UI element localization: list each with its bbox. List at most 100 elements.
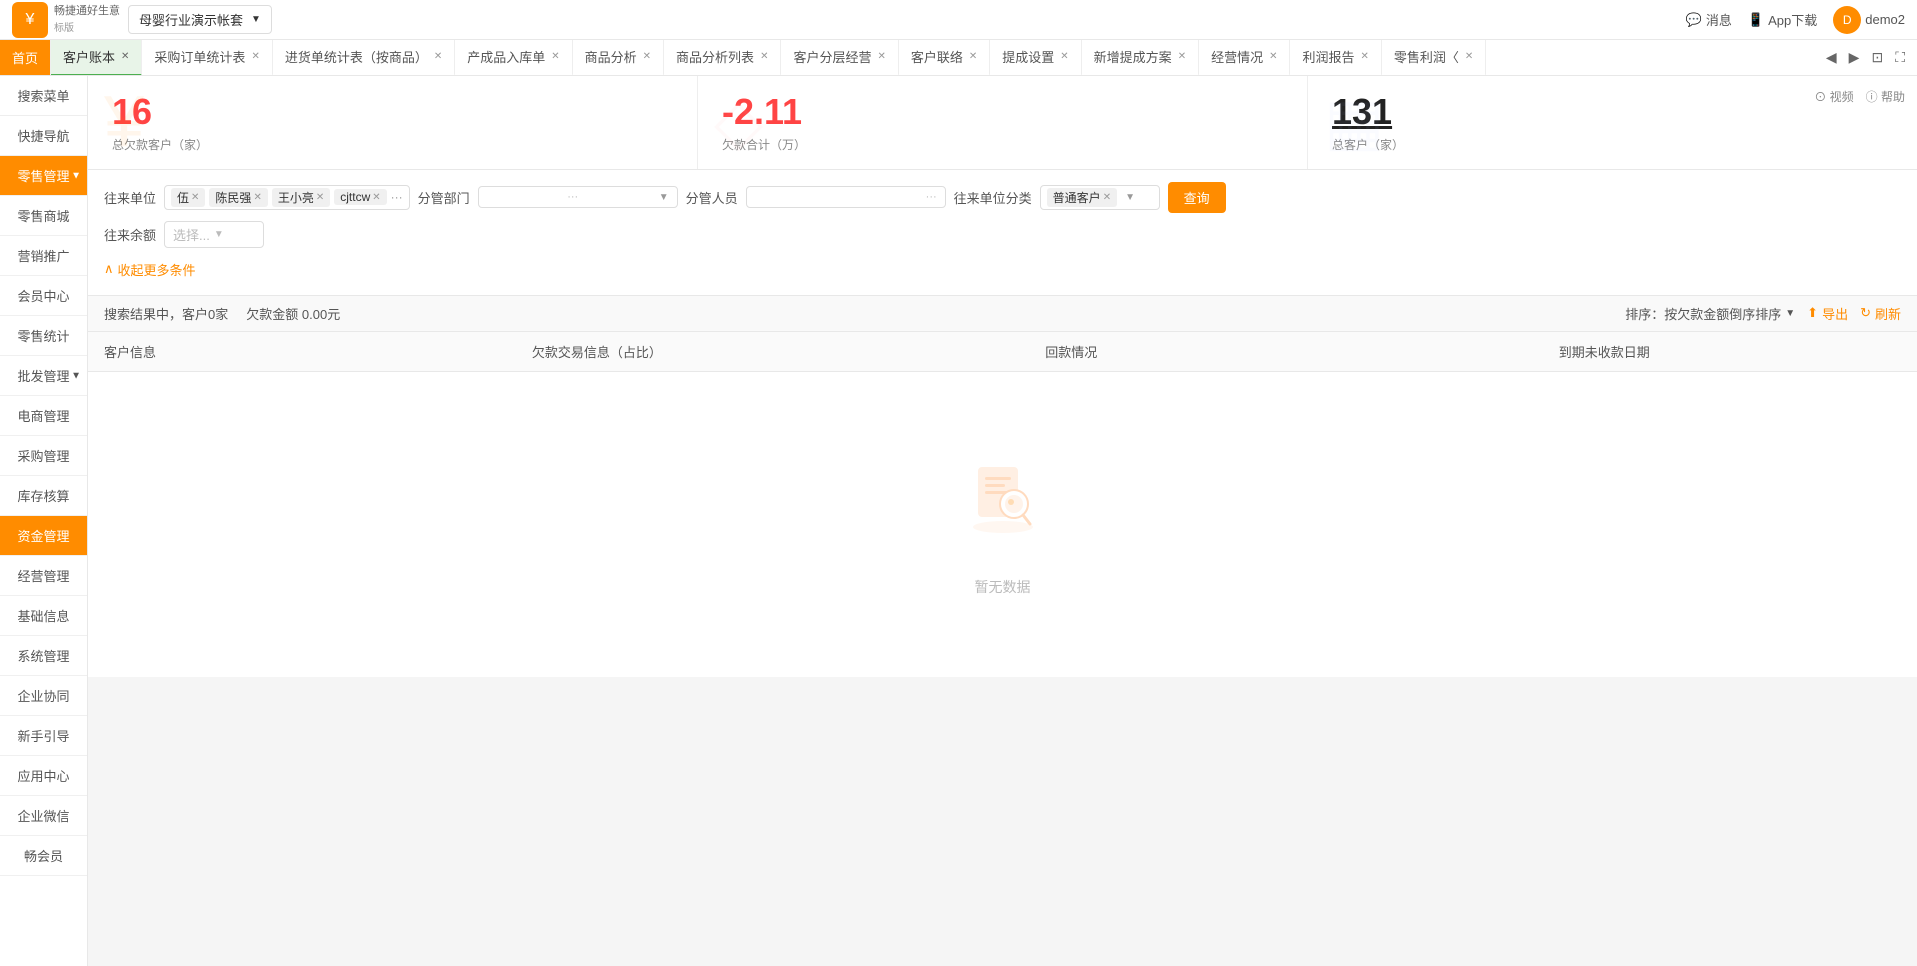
tab-fullscreen[interactable]: ⛶ (1891, 49, 1909, 66)
tab-arrow-right[interactable]: ▶ (1845, 49, 1864, 66)
sidebar-item-capital[interactable]: 资金管理 (0, 516, 87, 556)
empty-state: 暂无数据 (88, 372, 1917, 677)
refresh-button[interactable]: ↻ 刷新 (1860, 304, 1901, 323)
tab-product-analysis-list[interactable]: 商品分析列表 ✕ (664, 40, 781, 76)
sidebar-item-app-center[interactable]: 应用中心 (0, 756, 87, 796)
query-button[interactable]: 查询 (1168, 182, 1226, 213)
sidebar-item-inventory[interactable]: 库存核算 (0, 476, 87, 516)
sidebar-item-enterprise[interactable]: 企业协同 (0, 676, 87, 716)
sort-button[interactable]: 排序：按欠款金额倒序排序 ▼ (1625, 304, 1795, 323)
tag-close-wu[interactable]: ✕ (191, 192, 199, 203)
empty-text: 暂无数据 (975, 577, 1031, 597)
tab-customer-contact[interactable]: 客户联络 ✕ (899, 40, 990, 76)
sidebar-item-retail-mgmt[interactable]: 零售管理 ▼ (0, 156, 87, 196)
tab-nav-arrows: ◀ ▶ ⊡ ⛶ (1814, 49, 1917, 66)
app-download-button[interactable]: 📱 App下载 (1748, 10, 1817, 29)
tab-product-analysis[interactable]: 商品分析 ✕ (573, 40, 664, 76)
chevron-icon: ▼ (71, 370, 81, 381)
result-info: 搜索结果中，客户0家 欠款金额 0.00元 (104, 304, 340, 323)
close-icon[interactable]: ✕ (1269, 51, 1277, 62)
tab-label: 商品分析列表 (676, 47, 754, 66)
tab-customer-ledger[interactable]: 客户账本 ✕ (51, 40, 142, 76)
tab-label: 经营情况 (1211, 47, 1263, 66)
sidebar-item-newbie[interactable]: 新手引导 (0, 716, 87, 756)
close-icon[interactable]: ✕ (121, 51, 129, 62)
close-icon[interactable]: ✕ (969, 51, 977, 62)
close-icon[interactable]: ✕ (1060, 51, 1068, 62)
tab-production[interactable]: 产成品入库单 ✕ (455, 40, 572, 76)
tag-close-normal[interactable]: ✕ (1103, 192, 1111, 203)
tab-purchase-stats[interactable]: 采购订单统计表 ✕ (142, 40, 272, 76)
sidebar-item-member[interactable]: 畅会员 (0, 836, 87, 876)
close-icon[interactable]: ✕ (643, 51, 651, 62)
tab-label: 零售利润〈 (1394, 47, 1459, 66)
sidebar-item-ecommerce[interactable]: 电商管理 (0, 396, 87, 436)
sidebar-item-wechat[interactable]: 企业微信 (0, 796, 87, 836)
unit-tag-chen: 陈民强 ✕ (209, 188, 267, 207)
tab-expand[interactable]: ⊡ (1867, 49, 1887, 66)
tag-close-chen[interactable]: ✕ (253, 192, 261, 203)
dept-label: 分管部门 (418, 188, 470, 207)
tab-label: 利润报告 (1302, 47, 1354, 66)
sidebar-item-retail-mall[interactable]: 零售商城 (0, 196, 87, 236)
video-link[interactable]: ⊙ 视频 (1814, 88, 1853, 105)
empty-icon (958, 452, 1048, 561)
sidebar: 搜索菜单 快捷导航 零售管理 ▼ 零售商城 营销推广 会员中心 零售统计 批发管… (0, 76, 88, 966)
th-repay: 回款情况 (1045, 342, 1558, 361)
sidebar-item-member-center[interactable]: 会员中心 (0, 276, 87, 316)
person-select[interactable]: ··· (746, 186, 946, 208)
tab-customer-layer[interactable]: 客户分层经营 ✕ (781, 40, 898, 76)
tab-retail-profit[interactable]: 零售利润〈 ✕ (1382, 40, 1486, 76)
tab-label: 产成品入库单 (467, 47, 545, 66)
tab-stock-stats[interactable]: 进货单统计表（按商品） ✕ (273, 40, 455, 76)
stat-block-customers: ¥ 16 总欠款客户（家） (88, 76, 698, 169)
sidebar-item-operations[interactable]: 经营管理 (0, 556, 87, 596)
close-icon[interactable]: ✕ (1465, 51, 1473, 62)
close-icon[interactable]: ✕ (434, 51, 442, 62)
chevron-down-icon: ▼ (251, 14, 261, 25)
th-customer: 客户信息 (104, 342, 532, 361)
sidebar-quick-nav[interactable]: 快捷导航 (0, 116, 87, 156)
tab-new-commission[interactable]: 新增提成方案 ✕ (1082, 40, 1199, 76)
close-icon[interactable]: ✕ (551, 51, 559, 62)
sidebar-item-wholesale[interactable]: 批发管理 ▼ (0, 356, 87, 396)
unit-tag-group: 伍 ✕ 陈民强 ✕ 王小亮 ✕ cjttcw ✕ ··· (164, 185, 410, 210)
tab-arrow-left[interactable]: ◀ (1822, 49, 1841, 66)
sidebar-search-menu[interactable]: 搜索菜单 (0, 76, 87, 116)
tab-home[interactable]: 首页 (0, 40, 51, 76)
tab-profit-report[interactable]: 利润报告 ✕ (1290, 40, 1381, 76)
unit-label: 往来单位 (104, 188, 156, 207)
tab-label: 客户账本 (63, 47, 115, 66)
tag-close-cjttcw[interactable]: ✕ (372, 192, 380, 203)
tag-close-wang[interactable]: ✕ (316, 192, 324, 203)
main-content: ¥ 16 总欠款客户（家） ◇ -2.11 欠款合计（万） ▦ 131 总客户（… (88, 76, 1917, 966)
sidebar-item-marketing[interactable]: 营销推广 (0, 236, 87, 276)
user-menu[interactable]: D demo2 (1833, 6, 1905, 34)
balance-label: 往来余额 (104, 225, 156, 244)
dept-select[interactable]: ··· ▼ (478, 186, 678, 208)
sidebar-item-basic-info[interactable]: 基础信息 (0, 596, 87, 636)
help-link[interactable]: ⓘ 帮助 (1866, 88, 1905, 105)
balance-select[interactable]: 选择... ▼ (164, 221, 264, 248)
close-icon[interactable]: ✕ (877, 51, 885, 62)
close-icon[interactable]: ✕ (760, 51, 768, 62)
filter-more[interactable]: ··· (391, 190, 403, 204)
home-tab-label: 首页 (12, 48, 38, 67)
chevron-down-icon: ▼ (214, 229, 224, 240)
class-tag-group: 普通客户 ✕ ▼ (1040, 185, 1160, 210)
avatar: D (1833, 6, 1861, 34)
export-button[interactable]: ⬆ 导出 (1807, 304, 1848, 323)
chevron-down-icon: ▼ (1785, 308, 1795, 319)
close-icon[interactable]: ✕ (1361, 51, 1369, 62)
tab-commission-settings[interactable]: 提成设置 ✕ (990, 40, 1081, 76)
message-button[interactable]: 💬 消息 (1686, 10, 1732, 29)
sidebar-item-retail-stats[interactable]: 零售统计 (0, 316, 87, 356)
close-icon[interactable]: ✕ (251, 51, 259, 62)
sidebar-item-system[interactable]: 系统管理 (0, 636, 87, 676)
sidebar-item-purchase[interactable]: 采购管理 (0, 436, 87, 476)
workspace-selector[interactable]: 母婴行业演示帐套 ▼ (128, 5, 272, 34)
collapse-button[interactable]: ∧ 收起更多条件 (104, 256, 1901, 283)
tab-operations[interactable]: 经营情况 ✕ (1199, 40, 1290, 76)
class-label: 往来单位分类 (954, 188, 1032, 207)
close-icon[interactable]: ✕ (1178, 51, 1186, 62)
